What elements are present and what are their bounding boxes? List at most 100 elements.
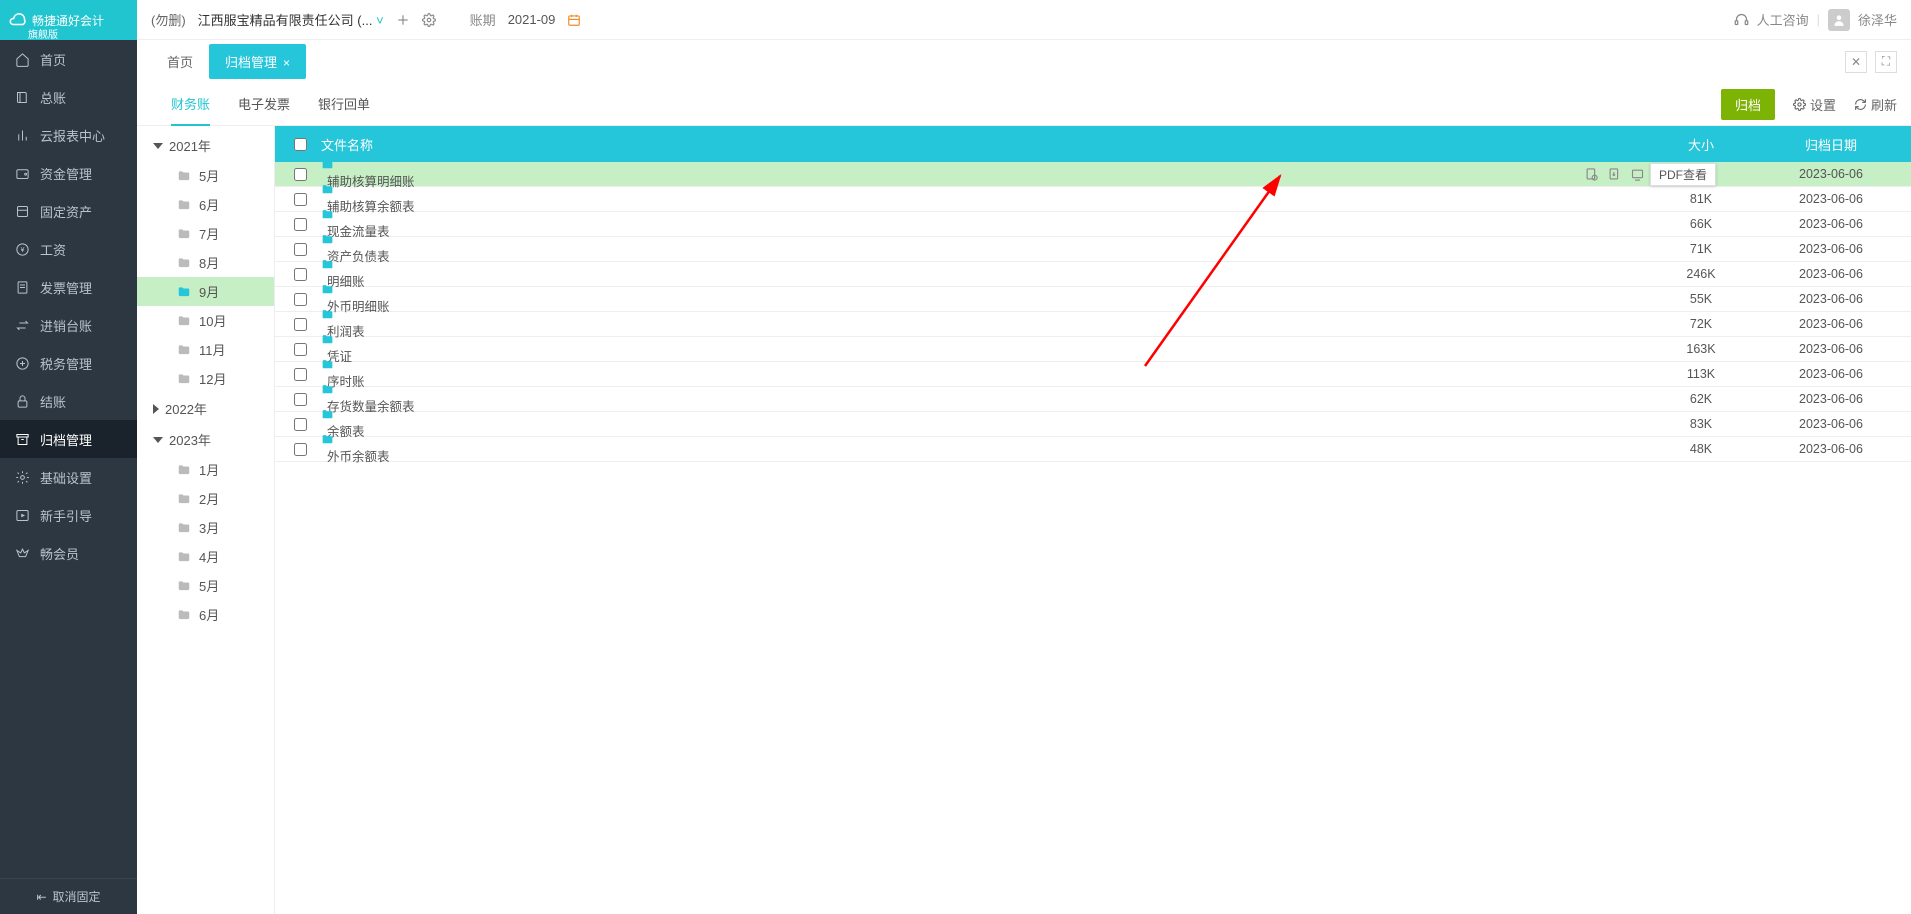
folder-icon [321,333,1641,346]
tree-month[interactable]: 10月 [137,306,274,335]
nav-item-3[interactable]: 资金管理 [0,154,137,192]
nav-item-1[interactable]: 总账 [0,78,137,116]
row-size: 71K [1641,242,1761,256]
archive-icon [14,431,30,447]
row-checkbox[interactable] [294,418,307,431]
nav-item-10[interactable]: 归档管理 [0,420,137,458]
nav-item-7[interactable]: 进销台账 [0,306,137,344]
brand-edition: 旗舰版 [28,26,58,41]
folder-icon [177,343,191,357]
row-checkbox[interactable] [294,393,307,406]
refresh-link[interactable]: 刷新 [1854,95,1897,114]
nav-item-13[interactable]: 畅会员 [0,534,137,572]
unpin-button[interactable]: ⇤ 取消固定 [0,878,137,914]
select-all-checkbox[interactable] [294,138,307,151]
pdf-tooltip: PDF查看 [1650,163,1716,186]
row-date: 2023-06-06 [1761,317,1901,331]
folder-icon [321,308,1641,321]
tree-month[interactable]: 6月 [137,190,274,219]
tree-month[interactable]: 11月 [137,335,274,364]
close-icon[interactable]: × [283,56,290,70]
tree-month[interactable]: 1月 [137,455,274,484]
folder-icon [177,521,191,535]
topbar: (勿删) 江西服宝精品有限责任公司 (... ˅ 账期 2021-09 人工咨询… [137,0,1911,40]
folder-icon [321,433,1641,446]
nav-item-2[interactable]: 云报表中心 [0,116,137,154]
page-tab-1[interactable]: 归档管理× [209,44,306,79]
tree-month[interactable]: 5月 [137,571,274,600]
sub-tab-0[interactable]: 财务账 [171,83,210,126]
nav-item-6[interactable]: 发票管理 [0,268,137,306]
tree-month[interactable]: 7月 [137,219,274,248]
regenerate-icon[interactable] [1584,167,1599,182]
username[interactable]: 徐泽华 [1858,10,1897,29]
tree-year-2[interactable]: 2023年 [137,424,274,455]
nav-item-label: 归档管理 [40,430,92,449]
company-settings-button[interactable] [422,13,436,27]
exchange-icon [14,317,30,333]
row-checkbox[interactable] [294,318,307,331]
chevron-right-icon [153,404,159,414]
tree-month-label: 5月 [199,576,219,595]
nav-item-11[interactable]: 基础设置 [0,458,137,496]
folder-icon [321,158,1641,171]
fullscreen-button[interactable]: ⛶ [1875,51,1897,73]
row-checkbox[interactable] [294,368,307,381]
period-value[interactable]: 2021-09 [508,12,556,27]
unpin-label: 取消固定 [53,888,101,905]
tree-month[interactable]: 4月 [137,542,274,571]
nav-item-label: 总账 [40,88,66,107]
page-tab-label: 首页 [167,55,193,70]
row-checkbox[interactable] [294,343,307,356]
table-row[interactable]: 外币余额表 48K 2023-06-06 [275,437,1911,462]
folder-icon [177,256,191,270]
nav-item-0[interactable]: 首页 [0,40,137,78]
row-checkbox[interactable] [294,443,307,456]
tree-month[interactable]: 12月 [137,364,274,393]
sub-tab-1[interactable]: 电子发票 [238,83,290,126]
folder-icon [177,579,191,593]
calendar-icon[interactable] [567,13,581,27]
archive-button[interactable]: 归档 [1721,89,1775,120]
tree-year-0[interactable]: 2021年 [137,130,274,161]
row-size: 62K [1641,392,1761,406]
company-selector[interactable]: 江西服宝精品有限责任公司 (... ˅ [198,10,384,29]
tree-month-label: 1月 [199,460,219,479]
col-header-size: 大小 [1641,135,1761,154]
row-checkbox[interactable] [294,293,307,306]
folder-icon [177,463,191,477]
row-checkbox[interactable] [294,218,307,231]
tree-month-label: 6月 [199,605,219,624]
year-month-tree: 2021年5月6月7月8月9月10月11月12月2022年2023年1月2月3月… [137,126,274,914]
page-tab-0[interactable]: 首页 [151,44,209,79]
row-checkbox[interactable] [294,268,307,281]
row-checkbox[interactable] [294,193,307,206]
sub-tab-2[interactable]: 银行回单 [318,83,370,126]
period-label: 账期 [470,10,496,29]
folder-icon [177,372,191,386]
row-checkbox[interactable] [294,243,307,256]
tree-month[interactable]: 3月 [137,513,274,542]
avatar[interactable] [1828,9,1850,31]
nav-item-4[interactable]: 固定资产 [0,192,137,230]
add-company-button[interactable] [396,13,410,27]
nav-item-5[interactable]: ¥工资 [0,230,137,268]
pdf-view-icon[interactable] [1630,167,1645,182]
tree-year-1[interactable]: 2022年 [137,393,274,424]
headset-icon [1734,12,1749,27]
consult-link[interactable]: 人工咨询 [1757,10,1809,29]
settings-link[interactable]: 设置 [1793,95,1836,114]
nav-item-9[interactable]: 结账 [0,382,137,420]
tree-month[interactable]: 2月 [137,484,274,513]
download-icon[interactable] [1607,167,1622,182]
nav-item-label: 资金管理 [40,164,92,183]
tree-month[interactable]: 8月 [137,248,274,277]
tree-month[interactable]: 6月 [137,600,274,629]
close-tab-button[interactable]: ✕ [1845,51,1867,73]
nav-item-12[interactable]: 新手引导 [0,496,137,534]
tree-month[interactable]: 9月 [137,277,274,306]
nav-item-8[interactable]: 税务管理 [0,344,137,382]
chevron-down-icon [153,437,163,443]
tree-month[interactable]: 5月 [137,161,274,190]
row-checkbox[interactable] [294,168,307,181]
